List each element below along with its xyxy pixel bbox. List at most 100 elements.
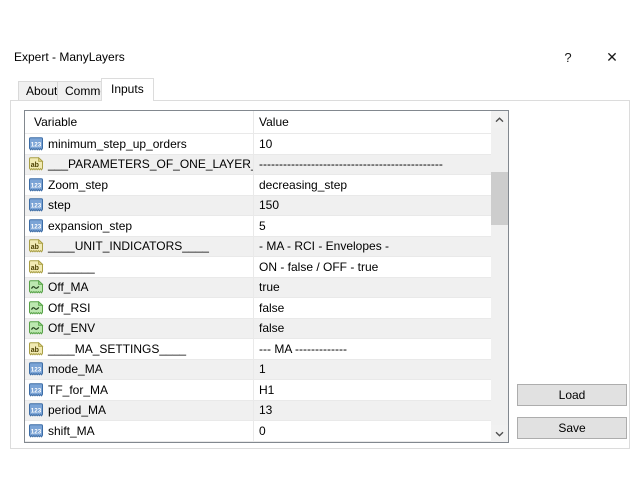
variable-value[interactable]: 13: [254, 401, 491, 421]
bool-chart-icon: [28, 280, 44, 294]
variable-cell: 123 mode_MA: [25, 359, 254, 379]
table-row[interactable]: 123 TF_for_MA H1: [25, 380, 491, 401]
variable-cell: ab ___PARAMETERS_OF_ONE_LAYER____: [25, 154, 254, 174]
variable-cell: 123 Zoom_step: [25, 175, 254, 195]
variable-name: TF_for_MA: [48, 382, 109, 397]
variable-value[interactable]: ----------------------------------------…: [254, 155, 491, 175]
variable-cell: ab _______: [25, 257, 254, 277]
svg-text:123: 123: [31, 387, 42, 394]
svg-text:ab: ab: [31, 347, 39, 354]
variable-name: mode_MA: [48, 362, 103, 377]
column-header-value[interactable]: Value: [254, 111, 508, 133]
svg-text:123: 123: [31, 367, 42, 374]
variable-cell: Off_MA: [25, 277, 254, 297]
variable-name: Off_ENV: [48, 321, 96, 336]
svg-text:ab: ab: [31, 265, 39, 272]
variable-cell: 123 expansion_step: [25, 216, 254, 236]
int-123-icon: 123: [28, 178, 44, 192]
tab-inputs[interactable]: Inputs: [101, 78, 154, 101]
svg-text:123: 123: [31, 182, 42, 189]
int-123-icon: 123: [28, 424, 44, 438]
table-row[interactable]: 123 step 150: [25, 195, 491, 216]
table-row[interactable]: ab ____MA_SETTINGS____ --- MA ------------…: [25, 339, 491, 360]
variable-value[interactable]: [254, 442, 491, 443]
variable-cell: 123 step: [25, 195, 254, 215]
table-row[interactable]: 123 expansion_step 5: [25, 216, 491, 237]
variable-value[interactable]: 5: [254, 216, 491, 236]
svg-text:ab: ab: [31, 244, 39, 251]
table-row[interactable]: Off_RSI false: [25, 298, 491, 319]
variable-name: shift_MA: [48, 423, 95, 438]
help-button[interactable]: ?: [554, 44, 582, 70]
load-button[interactable]: Load: [517, 384, 627, 406]
close-button[interactable]: ✕: [598, 44, 626, 70]
variable-value[interactable]: 0: [254, 421, 491, 441]
table-body: 123 minimum_step_up_orders 10 ab ___PARAMETE…: [25, 134, 491, 442]
variable-name: minimum_step_up_orders: [48, 136, 187, 151]
int-123-icon: 123: [28, 383, 44, 397]
variable-value[interactable]: ON - false / OFF - true: [254, 257, 491, 277]
vertical-scrollbar[interactable]: [491, 111, 508, 442]
table-row[interactable]: Off_ENV false: [25, 318, 491, 339]
table-row[interactable]: ab ___PARAMETERS_OF_ONE_LAYER____--------…: [25, 154, 491, 175]
variable-value[interactable]: H1: [254, 380, 491, 400]
table-header: Variable Value: [25, 111, 508, 134]
int-123-icon: 123: [28, 362, 44, 376]
variable-value[interactable]: 10: [254, 134, 491, 154]
svg-text:123: 123: [31, 223, 42, 230]
scrollbar-thumb[interactable]: [491, 172, 508, 225]
svg-text:123: 123: [31, 428, 42, 435]
table-row[interactable]: 123 period_MA 13: [25, 400, 491, 421]
variable-value[interactable]: 150: [254, 196, 491, 216]
variable-name: Off_MA: [48, 280, 89, 295]
variable-cell: Off_ENV: [25, 318, 254, 338]
variable-name: step: [48, 198, 71, 213]
variable-name: Off_RSI: [48, 300, 91, 315]
table-row[interactable]: ab _______ ON - false / OFF - true: [25, 257, 491, 278]
variable-cell: ab ____MA_SETTINGS____: [25, 339, 254, 359]
table-row[interactable]: 123 shift_MA 0: [25, 421, 491, 442]
window-title: Expert - ManyLayers: [14, 50, 125, 64]
int-123-icon: 123: [28, 219, 44, 233]
variable-name: ____MA_SETTINGS____: [48, 341, 187, 356]
variable-value[interactable]: 1: [254, 360, 491, 380]
variable-name: expansion_step: [48, 218, 133, 233]
variable-cell: 123 shift_MA: [25, 421, 254, 441]
scroll-up-icon[interactable]: [491, 111, 508, 128]
inputs-table: Variable Value 123 minimum_step_up_orders…: [24, 110, 509, 443]
int-123-icon: 123: [28, 198, 44, 212]
variable-value[interactable]: true: [254, 278, 491, 298]
variable-value[interactable]: - MA - RCI - Envelopes -: [254, 237, 491, 257]
variable-name: period_MA: [48, 403, 107, 418]
string-ab-icon: ab: [28, 341, 44, 356]
variable-value[interactable]: decreasing_step: [254, 175, 491, 195]
bool-chart-icon: [28, 300, 44, 315]
scroll-down-icon[interactable]: [491, 425, 508, 442]
variable-cell: Off_RSI: [25, 298, 254, 318]
variable-value[interactable]: false: [254, 319, 491, 339]
string-ab-icon: ab: [28, 157, 44, 171]
variable-name: ____UNIT_INDICATORS____: [48, 239, 209, 254]
variable-name: ___PARAMETERS_OF_ONE_LAYER____: [48, 157, 253, 172]
variable-cell: 123 minimum_step_up_orders: [25, 134, 254, 154]
save-button[interactable]: Save: [517, 417, 627, 439]
table-row[interactable]: 123 mode_MA 1: [25, 359, 491, 380]
table-row[interactable]: ab ____UNIT_INDICATORS____ - MA - RCI - En…: [25, 236, 491, 257]
table-row[interactable]: ab: [25, 441, 491, 443]
svg-text:ab: ab: [31, 162, 39, 169]
string-ab-icon: ab: [28, 239, 44, 253]
table-row[interactable]: 123 minimum_step_up_orders 10: [25, 134, 491, 155]
column-header-variable[interactable]: Variable: [25, 111, 254, 133]
table-row[interactable]: 123 Zoom_step decreasing_step: [25, 175, 491, 196]
int-123-icon: 123: [28, 137, 44, 151]
variable-cell: 123 TF_for_MA: [25, 380, 254, 400]
table-row[interactable]: Off_MA true: [25, 277, 491, 298]
variable-value[interactable]: false: [254, 298, 491, 318]
expert-properties-dialog: Expert - ManyLayers ? ✕ About Common Inp…: [0, 0, 640, 480]
variable-cell: ab: [25, 441, 254, 442]
string-ab-icon: ab: [28, 259, 44, 274]
variable-name: Zoom_step: [48, 177, 109, 192]
variable-value[interactable]: --- MA -------------: [254, 339, 491, 359]
variable-name: _______: [48, 259, 95, 274]
svg-text:123: 123: [31, 141, 42, 148]
